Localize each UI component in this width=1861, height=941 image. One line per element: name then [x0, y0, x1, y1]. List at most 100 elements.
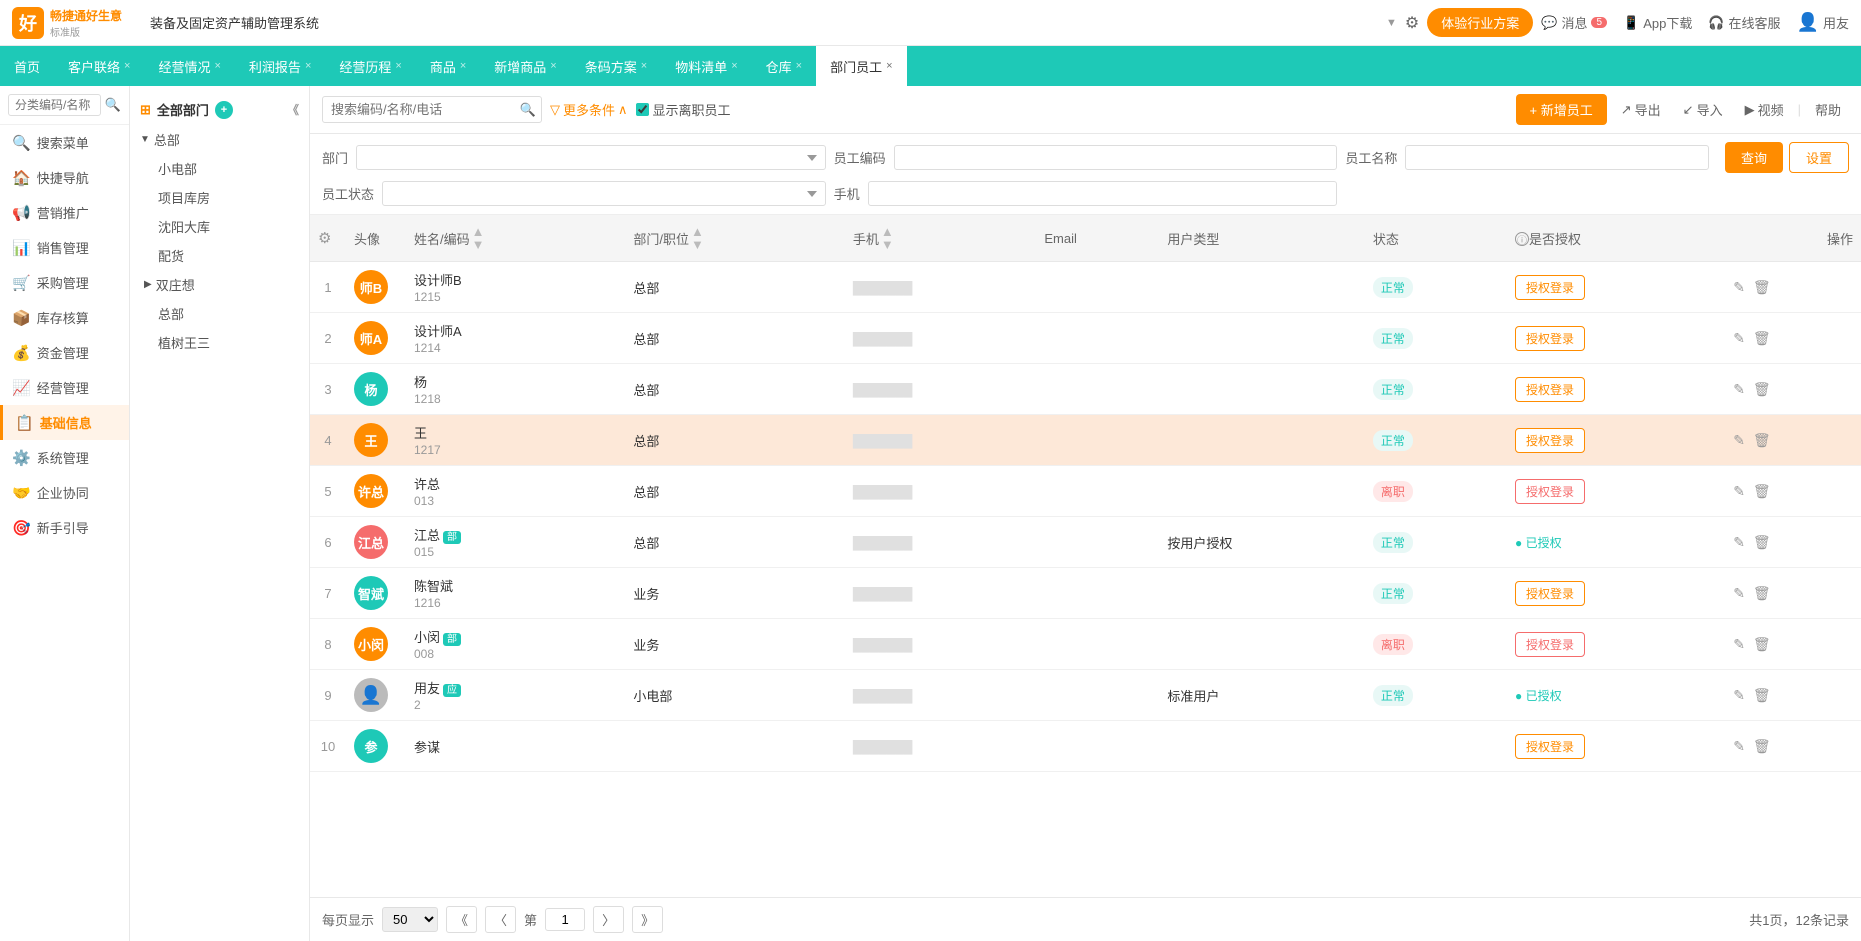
dept-collapse-btn[interactable]: 《: [287, 101, 299, 118]
next-page-btn[interactable]: 〉: [593, 906, 624, 933]
dept-item-project-store[interactable]: 项目库房: [130, 183, 309, 212]
app-download-btn[interactable]: 📱 App下载: [1623, 13, 1692, 32]
sidebar-item-business[interactable]: 📈经营管理: [0, 370, 129, 405]
import-btn[interactable]: ↙ 导入: [1675, 95, 1731, 124]
dept-add-btn[interactable]: +: [215, 101, 233, 119]
dept-item-hq[interactable]: 总部: [130, 299, 309, 328]
auth-btn[interactable]: 授权登录: [1515, 377, 1585, 402]
tab-close-goods[interactable]: ×: [460, 60, 466, 72]
show-resigned-checkbox[interactable]: [636, 103, 649, 116]
tab-goods[interactable]: 商品 ×: [416, 46, 480, 86]
edit-icon[interactable]: ✎: [1733, 585, 1745, 602]
tab-employees[interactable]: 部门员工 ×: [816, 46, 906, 86]
delete-icon[interactable]: 🗑: [1753, 636, 1771, 653]
tab-new-goods[interactable]: 新增商品 ×: [480, 46, 570, 86]
auth-btn[interactable]: 授权登录: [1515, 581, 1585, 606]
sidebar-item-nav[interactable]: 🏠快捷导航: [0, 160, 129, 195]
delete-icon[interactable]: 🗑: [1753, 738, 1771, 755]
sidebar-item-sales[interactable]: 📊销售管理: [0, 230, 129, 265]
search-input[interactable]: [322, 96, 542, 123]
delete-icon[interactable]: 🗑: [1753, 279, 1771, 296]
sidebar-item-guide[interactable]: 🎯新手引导: [0, 510, 129, 545]
sidebar-item-purchase[interactable]: 🛒采购管理: [0, 265, 129, 300]
filter-emp-name-input[interactable]: [1405, 145, 1709, 170]
user-btn[interactable]: 👤 用友: [1797, 12, 1849, 33]
delete-icon[interactable]: 🗑: [1753, 585, 1771, 602]
settings-gear-icon[interactable]: ⚙: [1405, 13, 1419, 33]
tab-home[interactable]: 首页: [0, 46, 54, 86]
auth-btn[interactable]: 授权登录: [1515, 326, 1585, 351]
tab-close-warehouse[interactable]: ×: [796, 60, 802, 72]
edit-icon[interactable]: ✎: [1733, 279, 1745, 296]
tab-bom[interactable]: 物料清单 ×: [661, 46, 751, 86]
auth-btn[interactable]: 授权登录: [1515, 275, 1585, 300]
tab-close-new-goods[interactable]: ×: [550, 60, 556, 72]
auth-btn[interactable]: 授权登录: [1515, 428, 1585, 453]
help-btn[interactable]: 帮助: [1807, 95, 1849, 124]
sidebar-item-system[interactable]: ⚙️系统管理: [0, 440, 129, 475]
delete-icon[interactable]: 🗑: [1753, 381, 1771, 398]
sort-phone-btn[interactable]: 手机 ▲▼: [853, 225, 894, 251]
last-page-btn[interactable]: 》: [632, 906, 663, 933]
tab-close-barcode[interactable]: ×: [641, 60, 647, 72]
dept-item-shenyang[interactable]: 沈阳大库: [130, 212, 309, 241]
message-btn[interactable]: 💬 消息 5: [1541, 13, 1607, 32]
auth-btn[interactable]: 授权登录: [1515, 632, 1585, 657]
delete-icon[interactable]: 🗑: [1753, 432, 1771, 449]
col-settings-icon[interactable]: ⚙: [318, 230, 331, 247]
tab-history[interactable]: 经营历程 ×: [325, 46, 415, 86]
sort-dept-btn[interactable]: 部门/职位 ▲▼: [633, 225, 704, 251]
filter-emp-status-select[interactable]: [382, 181, 826, 206]
tab-close-bom[interactable]: ×: [731, 60, 737, 72]
trial-btn[interactable]: 体验行业方案: [1427, 8, 1533, 37]
system-dropdown-arrow[interactable]: ▼: [1386, 17, 1397, 29]
edit-icon[interactable]: ✎: [1733, 330, 1745, 347]
show-resigned-label[interactable]: 显示离职员工: [636, 100, 731, 119]
filter-emp-code-input[interactable]: [894, 145, 1338, 170]
page-size-select[interactable]: 50 100 200: [382, 907, 438, 932]
tab-close-history[interactable]: ×: [395, 60, 401, 72]
tab-profit[interactable]: 利润报告 ×: [235, 46, 325, 86]
add-employee-btn[interactable]: + 新增员工: [1516, 94, 1607, 125]
sidebar-item-search[interactable]: 🔍搜索菜单: [0, 125, 129, 160]
first-page-btn[interactable]: 《: [446, 906, 477, 933]
query-btn[interactable]: 查询: [1725, 142, 1783, 173]
edit-icon[interactable]: ✎: [1733, 687, 1745, 704]
sidebar-item-basic-info[interactable]: 📋基础信息: [0, 405, 129, 440]
auth-btn[interactable]: 授权登录: [1515, 734, 1585, 759]
online-service-btn[interactable]: 🎧 在线客服: [1708, 13, 1780, 32]
view-btn[interactable]: ▶ 视频: [1737, 95, 1792, 124]
delete-icon[interactable]: 🗑: [1753, 534, 1771, 551]
sort-name-btn[interactable]: 姓名/编码 ▲▼: [414, 225, 485, 251]
tab-operation[interactable]: 经营情况 ×: [144, 46, 234, 86]
tab-barcode[interactable]: 条码方案 ×: [571, 46, 661, 86]
tab-close-employees[interactable]: ×: [886, 60, 892, 72]
sidebar-item-inventory[interactable]: 📦库存核算: [0, 300, 129, 335]
tab-warehouse[interactable]: 仓库 ×: [752, 46, 816, 86]
delete-icon[interactable]: 🗑: [1753, 483, 1771, 500]
delete-icon[interactable]: 🗑: [1753, 687, 1771, 704]
auth-btn[interactable]: 授权登录: [1515, 479, 1585, 504]
dept-item-small-elec[interactable]: 小电部: [130, 154, 309, 183]
prev-page-btn[interactable]: 〈: [485, 906, 516, 933]
edit-icon[interactable]: ✎: [1733, 381, 1745, 398]
more-filter-btn[interactable]: ▽ 更多条件 ∧: [550, 100, 628, 119]
tab-close-operation[interactable]: ×: [214, 60, 220, 72]
tab-customer[interactable]: 客户联络 ×: [54, 46, 144, 86]
edit-icon[interactable]: ✎: [1733, 483, 1745, 500]
dept-item-delivery[interactable]: 配货: [130, 241, 309, 270]
info-icon[interactable]: ⓘ: [1515, 232, 1529, 246]
sidebar-item-finance[interactable]: 💰资金管理: [0, 335, 129, 370]
search-icon-btn[interactable]: 🔍: [520, 102, 536, 118]
dept-item-headquarters-group[interactable]: ▼ 总部: [130, 125, 309, 154]
page-input[interactable]: [545, 908, 585, 931]
edit-icon[interactable]: ✎: [1733, 534, 1745, 551]
filter-phone-input[interactable]: [868, 181, 1338, 206]
sidebar-search-icon[interactable]: 🔍: [105, 97, 121, 113]
dept-item-shuangzhuang[interactable]: ▶ 双庄想: [130, 270, 309, 299]
filter-dept-select[interactable]: [356, 145, 826, 170]
sidebar-item-collab[interactable]: 🤝企业协同: [0, 475, 129, 510]
dept-item-planting[interactable]: 植树王三: [130, 328, 309, 357]
sidebar-item-marketing[interactable]: 📢营销推广: [0, 195, 129, 230]
delete-icon[interactable]: 🗑: [1753, 330, 1771, 347]
